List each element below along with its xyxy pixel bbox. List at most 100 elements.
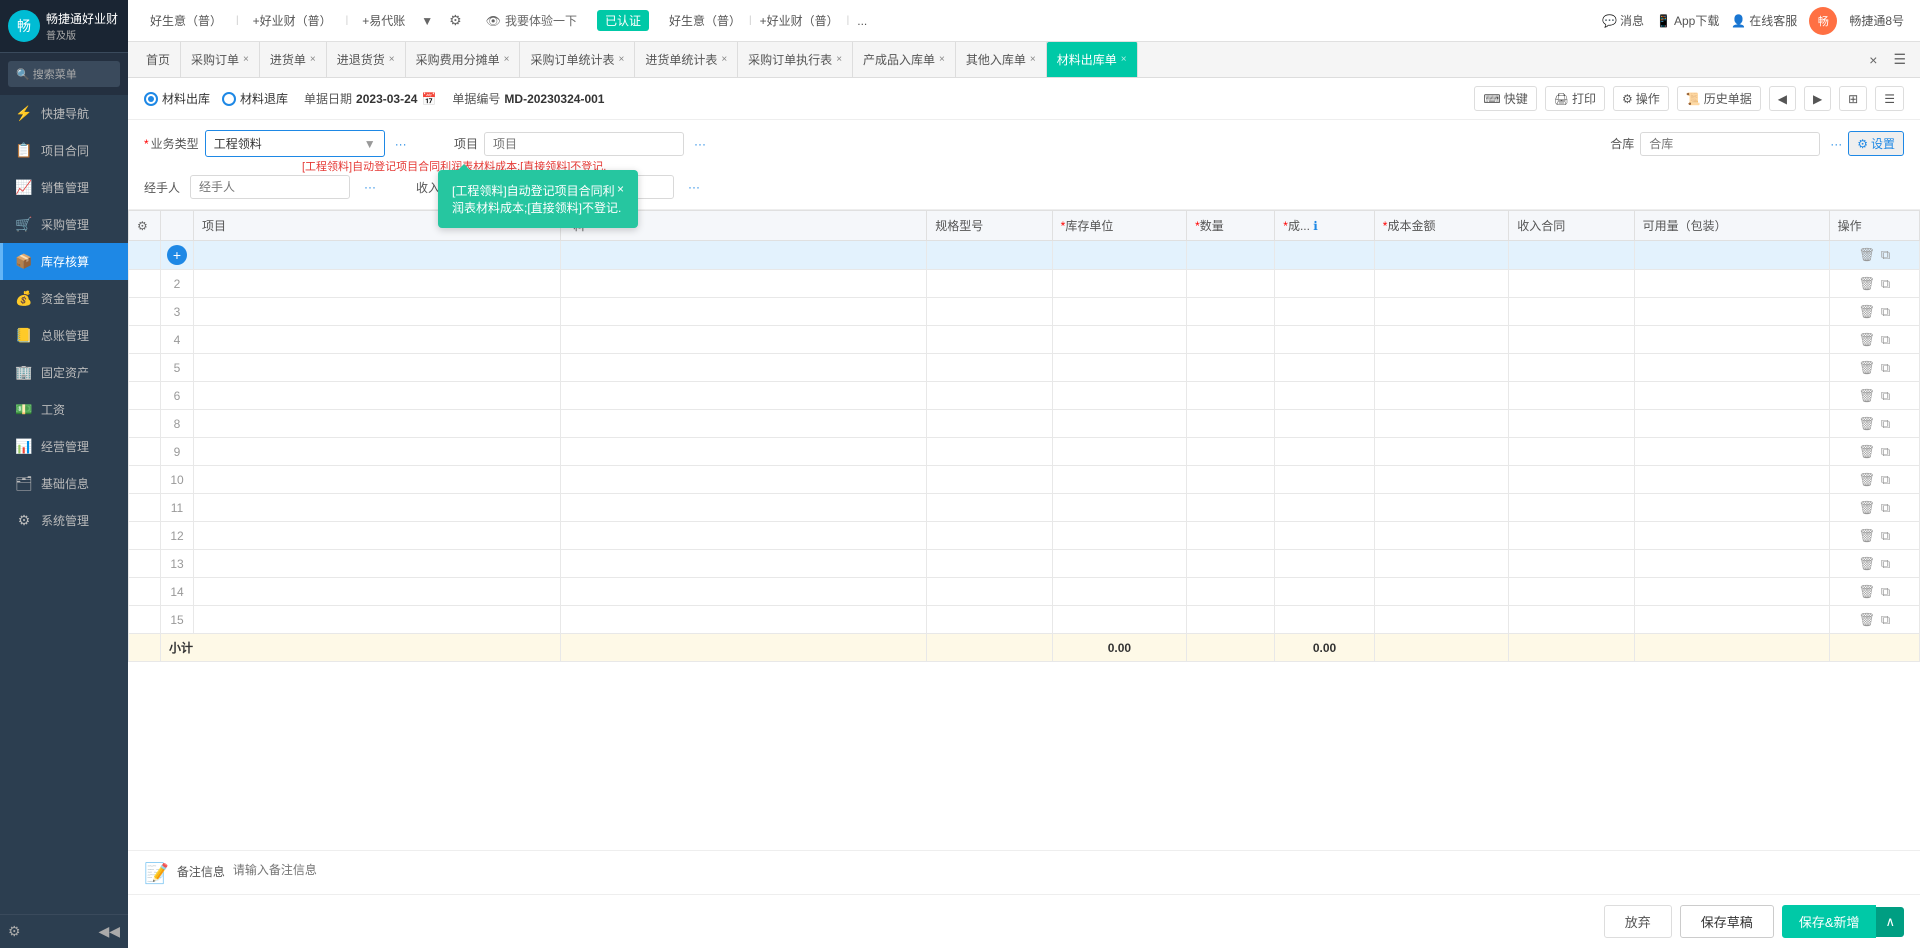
row2-copy-button[interactable]: ⧉	[1880, 275, 1891, 293]
handler-more-icon[interactable]: ···	[364, 180, 376, 194]
row10-copy-button[interactable]: ⧉	[1880, 471, 1891, 489]
row15-delete-button[interactable]: 🗑	[1857, 611, 1876, 629]
grid-view-button[interactable]: ⊞	[1839, 86, 1867, 111]
tab-purchase-fee[interactable]: 采购费用分摊单 ×	[406, 42, 521, 78]
row4-copy-button[interactable]: ⧉	[1880, 331, 1891, 349]
topbar-nav-yidaizhang[interactable]: +易代账	[356, 8, 411, 33]
row12-copy-button[interactable]: ⧉	[1880, 527, 1891, 545]
tab-other-instock[interactable]: 其他入库单 ×	[956, 42, 1047, 78]
tab-close-material-outstock[interactable]: ×	[1121, 54, 1127, 65]
row6-delete-button[interactable]: 🗑	[1857, 387, 1876, 405]
tooltip-close-button[interactable]: ×	[617, 182, 624, 196]
row4-delete-button[interactable]: 🗑	[1857, 331, 1876, 349]
row3-delete-button[interactable]: 🗑	[1857, 303, 1876, 321]
row1-project-input[interactable]	[200, 248, 554, 263]
tab-instock-stat[interactable]: 进货单统计表 ×	[635, 42, 738, 78]
sidebar-item-ledger[interactable]: 📒 总账管理	[0, 317, 128, 354]
sidebar-item-purchase[interactable]: 🛒 采购管理	[0, 206, 128, 243]
row1-delete-button[interactable]: 🗑	[1857, 246, 1876, 264]
row3-copy-button[interactable]: ⧉	[1880, 303, 1891, 321]
settings-button[interactable]: ⚙ 设置	[1848, 131, 1904, 156]
project-input[interactable]	[484, 132, 684, 156]
row6-copy-button[interactable]: ⧉	[1880, 387, 1891, 405]
row8-copy-button[interactable]: ⧉	[1880, 415, 1891, 433]
print-button[interactable]: 🖨 打印	[1545, 86, 1605, 111]
save-dropdown-button[interactable]: ∧	[1876, 907, 1904, 937]
discard-button[interactable]: 放弃	[1604, 905, 1672, 938]
row9-delete-button[interactable]: 🗑	[1857, 443, 1876, 461]
tab-close-other-instock[interactable]: ×	[1030, 54, 1036, 65]
save-draft-button[interactable]: 保存草稿	[1680, 905, 1774, 938]
row15-copy-button[interactable]: ⧉	[1880, 611, 1891, 629]
row5-delete-button[interactable]: 🗑	[1857, 359, 1876, 377]
tab-return[interactable]: 进退货货 ×	[327, 42, 406, 78]
topbar-nav-haoshengyi[interactable]: 好生意（普）	[144, 8, 228, 33]
user-name[interactable]: 畅捷通8号	[1849, 12, 1904, 29]
row11-delete-button[interactable]: 🗑	[1857, 499, 1876, 517]
tab-close-product-instock[interactable]: ×	[939, 54, 945, 65]
row9-copy-button[interactable]: ⧉	[1880, 443, 1891, 461]
tab-close-all-button[interactable]: ×	[1863, 49, 1883, 70]
tab-close-return[interactable]: ×	[389, 54, 395, 65]
topbar-experience[interactable]: 👁 我要体验一下	[486, 12, 577, 29]
topbar-nav2-2[interactable]: +好业财（普）	[760, 12, 839, 29]
sidebar-item-assets[interactable]: 🏢 固定资产	[0, 354, 128, 391]
sidebar-item-system[interactable]: ⚙ 系统管理	[0, 502, 128, 539]
row10-delete-button[interactable]: 🗑	[1857, 471, 1876, 489]
sidebar-item-shortcut[interactable]: ⚡ 快捷导航	[0, 95, 128, 132]
list-view-button[interactable]: ☰	[1875, 86, 1904, 111]
sidebar-item-inventory[interactable]: 📦 库存核算	[0, 243, 128, 280]
col-info-icon[interactable]: ℹ	[1313, 219, 1318, 233]
row5-copy-button[interactable]: ⧉	[1880, 359, 1891, 377]
row13-copy-button[interactable]: ⧉	[1880, 555, 1891, 573]
warehouse-more-icon[interactable]: ···	[1830, 137, 1842, 151]
sidebar-item-sales[interactable]: 📈 销售管理	[0, 169, 128, 206]
row14-delete-button[interactable]: 🗑	[1857, 583, 1876, 601]
calendar-icon[interactable]: 📅	[421, 92, 436, 106]
topbar-message[interactable]: 💬 消息	[1602, 12, 1644, 29]
radio-material-return[interactable]: 材料退库	[222, 90, 288, 107]
user-avatar[interactable]: 畅	[1809, 7, 1837, 35]
topbar-nav-haoyecai[interactable]: +好业财（普）	[247, 8, 338, 33]
topbar-app-download[interactable]: 📱 App下载	[1656, 12, 1719, 29]
topbar-nav2-1[interactable]: 好生意（普）	[669, 12, 741, 29]
row12-delete-button[interactable]: 🗑	[1857, 527, 1876, 545]
tab-purchase-stat[interactable]: 采购订单统计表 ×	[520, 42, 635, 78]
sidebar-item-salary[interactable]: 💵 工资	[0, 391, 128, 428]
tab-close-purchase-order[interactable]: ×	[243, 54, 249, 65]
sidebar-settings-button[interactable]: ⚙	[8, 923, 21, 940]
row2-delete-button[interactable]: 🗑	[1857, 275, 1876, 293]
row1-copy-button[interactable]: ⧉	[1880, 246, 1891, 264]
add-row-button[interactable]: +	[167, 245, 187, 265]
sidebar-item-fund[interactable]: 💰 资金管理	[0, 280, 128, 317]
tab-purchase-exec[interactable]: 采购订单执行表 ×	[738, 42, 853, 78]
shortcut-key-button[interactable]: ⌨ 快键	[1474, 86, 1536, 111]
warehouse-input[interactable]	[1640, 132, 1820, 156]
row1-material-input[interactable]	[567, 248, 921, 263]
col-settings-icon[interactable]: ⚙	[137, 219, 148, 233]
save-new-button[interactable]: 保存&新增	[1782, 905, 1877, 938]
row11-copy-button[interactable]: ⧉	[1880, 499, 1891, 517]
tab-close-purchase-fee[interactable]: ×	[504, 54, 510, 65]
next-button[interactable]: ▶	[1804, 86, 1831, 111]
sidebar-item-basicinfo[interactable]: 🗂 基础信息	[0, 465, 128, 502]
biz-type-select[interactable]: 工程领料 ▼	[205, 130, 385, 157]
tab-home[interactable]: 首页	[136, 42, 181, 78]
sidebar-item-project[interactable]: 📋 项目合同	[0, 132, 128, 169]
handler-input[interactable]	[190, 175, 350, 199]
biz-type-more-icon[interactable]: ···	[395, 137, 407, 151]
tab-close-instock-stat[interactable]: ×	[721, 54, 727, 65]
tab-product-instock[interactable]: 产成品入库单 ×	[853, 42, 956, 78]
topbar-nav2-3[interactable]: ...	[857, 14, 867, 28]
tab-instock[interactable]: 进货单 ×	[260, 42, 327, 78]
tab-list-button[interactable]: ☰	[1887, 49, 1912, 70]
topbar-settings-icon[interactable]: ⚙	[449, 12, 462, 29]
history-button[interactable]: 📜 历史单据	[1677, 86, 1761, 111]
tab-material-outstock[interactable]: 材料出库单 ×	[1047, 42, 1138, 78]
sidebar-collapse-button[interactable]: ◀◀	[98, 923, 120, 940]
topbar-online-service[interactable]: 👤 在线客服	[1731, 12, 1797, 29]
tab-close-purchase-exec[interactable]: ×	[836, 54, 842, 65]
row13-delete-button[interactable]: 🗑	[1857, 555, 1876, 573]
row14-copy-button[interactable]: ⧉	[1880, 583, 1891, 601]
project-more-icon[interactable]: ···	[694, 137, 706, 151]
